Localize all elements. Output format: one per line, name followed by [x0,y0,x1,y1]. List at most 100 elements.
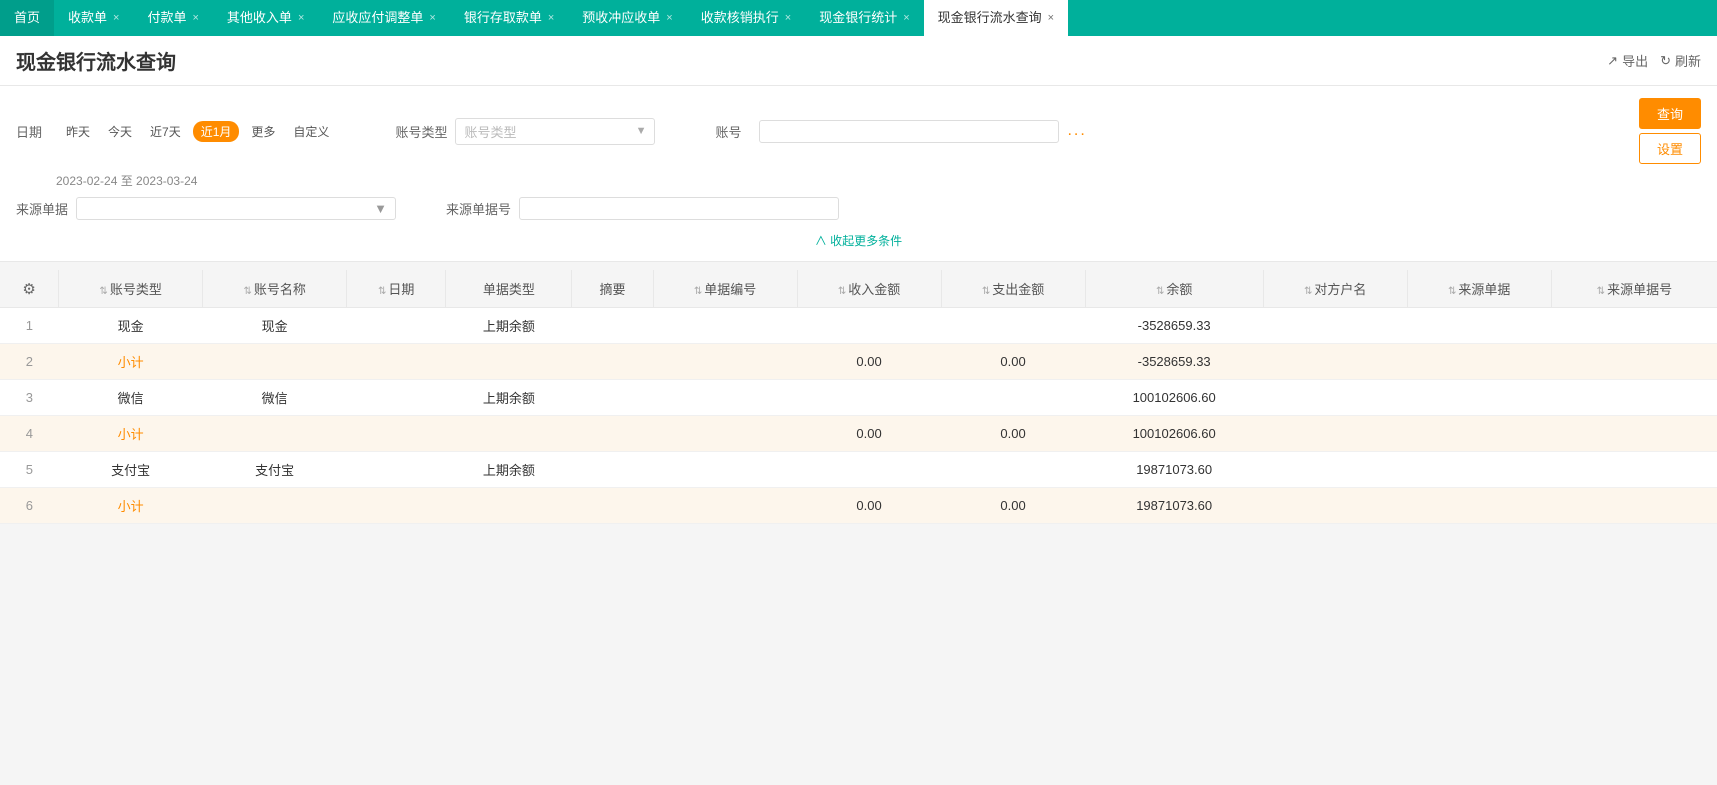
nav-item-home[interactable]: 首页 [0,0,54,36]
account-type-select[interactable]: 账号类型 ▼ [455,118,655,145]
source-doc-filter-group: 来源单据 ▼ [16,197,396,220]
col-counterpart[interactable]: ⇅对方户名 [1263,270,1407,308]
collapse-icon: ∧ [815,234,827,248]
table-cell: 支付宝 [59,452,203,488]
col-date[interactable]: ⇅日期 [347,270,446,308]
nav-item-other-income[interactable]: 其他收入单 × [213,0,318,36]
table-cell [941,452,1085,488]
nav-item-bank-deposit[interactable]: 银行存取款单 × [450,0,568,36]
settings-button[interactable]: 设置 [1639,133,1701,164]
col-source-doc-no[interactable]: ⇅来源单据号 [1551,270,1717,308]
export-button[interactable]: ↗ 导出 [1607,51,1648,70]
nav-label-home: 首页 [14,0,40,36]
table-body: 1现金现金上期余额-3528659.332小计0.000.00-3528659.… [0,308,1717,524]
date-opt-more[interactable]: 更多 [245,121,281,142]
table-cell [941,380,1085,416]
table-cell: 支付宝 [203,452,347,488]
date-filter-group: 日期 昨天 今天 近7天 近1月 更多 自定义 [16,121,335,142]
filter-row-2: 来源单据 ▼ 来源单据号 [16,197,1701,220]
nav-label-bank-flow: 现金银行流水查询 [938,0,1042,36]
nav-label-payment: 付款单 [147,0,186,36]
table-cell [797,380,941,416]
table-cell [347,308,446,344]
close-icon-adjustment[interactable]: × [429,0,435,36]
close-icon-other-income[interactable]: × [298,0,304,36]
dots-button[interactable]: ... [1067,122,1086,140]
date-opt-7days[interactable]: 近7天 [144,121,187,142]
account-type-chevron-icon: ▼ [636,125,647,137]
table-cell [653,416,797,452]
table-cell [347,488,446,524]
collapse-bar[interactable]: ∧ 收起更多条件 [16,228,1701,253]
table-cell [653,308,797,344]
account-no-input[interactable] [759,120,1059,143]
close-icon-bank-flow[interactable]: × [1048,0,1054,36]
table-cell [653,452,797,488]
gear-settings-icon[interactable]: ⚙ [22,281,35,298]
close-icon-bank-deposit[interactable]: × [548,0,554,36]
close-icon-collection[interactable]: × [785,0,791,36]
table-cell: 小计 [59,416,203,452]
date-opt-custom[interactable]: 自定义 [287,121,335,142]
date-opt-yesterday[interactable]: 昨天 [60,121,96,142]
date-opt-1month[interactable]: 近1月 [193,121,240,142]
source-doc-no-label: 来源单据号 [446,199,511,218]
sort-icon-counterpart: ⇅ [1304,286,1312,297]
table-cell [203,416,347,452]
account-type-placeholder: 账号类型 [464,122,516,141]
sort-icon-balance: ⇅ [1156,286,1164,297]
close-icon-prepayment[interactable]: × [666,0,672,36]
col-income[interactable]: ⇅收入金额 [797,270,941,308]
source-doc-select[interactable]: ▼ [76,197,396,220]
table-cell: 100102606.60 [1085,380,1263,416]
table-cell [797,452,941,488]
table-cell: 0.00 [941,488,1085,524]
nav-item-collection[interactable]: 收款核销执行 × [687,0,805,36]
close-icon-bank-stats[interactable]: × [903,0,909,36]
col-doc-no[interactable]: ⇅单据编号 [653,270,797,308]
nav-item-receipt[interactable]: 收款单 × [54,0,133,36]
nav-item-adjustment[interactable]: 应收应付调整单 × [318,0,449,36]
collapse-label: 收起更多条件 [830,234,902,248]
sort-icon-doc-no: ⇅ [694,286,702,297]
refresh-button[interactable]: ↻ 刷新 [1660,51,1701,70]
table-cell [1407,308,1551,344]
nav-item-prepayment[interactable]: 预收冲应收单 × [568,0,686,36]
close-icon-payment[interactable]: × [192,0,198,36]
header-actions: ↗ 导出 ↻ 刷新 [1607,51,1701,70]
account-type-filter-group: 账号类型 账号类型 ▼ [395,118,655,145]
data-table-wrapper: ⚙ ⇅账号类型 ⇅账号名称 ⇅日期 单据类型 摘要 ⇅单据编号 ⇅收入金额 [0,270,1717,524]
source-doc-chevron-icon: ▼ [374,201,387,216]
table-cell [1407,452,1551,488]
source-doc-no-input[interactable] [519,197,839,220]
export-icon: ↗ [1607,53,1618,69]
table-cell [1407,344,1551,380]
table-cell [1263,380,1407,416]
table-cell: 微信 [59,380,203,416]
col-gear: ⚙ [0,270,59,308]
close-icon-receipt[interactable]: × [113,0,119,36]
filter-buttons: 查询 设置 [1639,98,1701,164]
col-account-name[interactable]: ⇅账号名称 [203,270,347,308]
table-cell: 小计 [59,344,203,380]
query-button[interactable]: 查询 [1639,98,1701,129]
nav-item-bank-flow[interactable]: 现金银行流水查询 × [924,0,1068,36]
table-cell [1263,488,1407,524]
date-opt-today[interactable]: 今天 [102,121,138,142]
nav-label-collection: 收款核销执行 [701,0,779,36]
table-row: 4小计0.000.00100102606.60 [0,416,1717,452]
col-expense[interactable]: ⇅支出金额 [941,270,1085,308]
sort-icon-income: ⇅ [838,286,846,297]
table-cell: 4 [0,416,59,452]
table-cell [1407,380,1551,416]
col-source-doc[interactable]: ⇅来源单据 [1407,270,1551,308]
nav-label-other-income: 其他收入单 [227,0,292,36]
refresh-label: 刷新 [1675,51,1701,70]
nav-item-bank-stats[interactable]: 现金银行统计 × [805,0,923,36]
col-account-type[interactable]: ⇅账号类型 [59,270,203,308]
nav-item-payment[interactable]: 付款单 × [133,0,212,36]
col-balance[interactable]: ⇅余额 [1085,270,1263,308]
table-cell: 19871073.60 [1085,452,1263,488]
col-summary: 摘要 [572,270,653,308]
col-doc-type: 单据类型 [446,270,572,308]
